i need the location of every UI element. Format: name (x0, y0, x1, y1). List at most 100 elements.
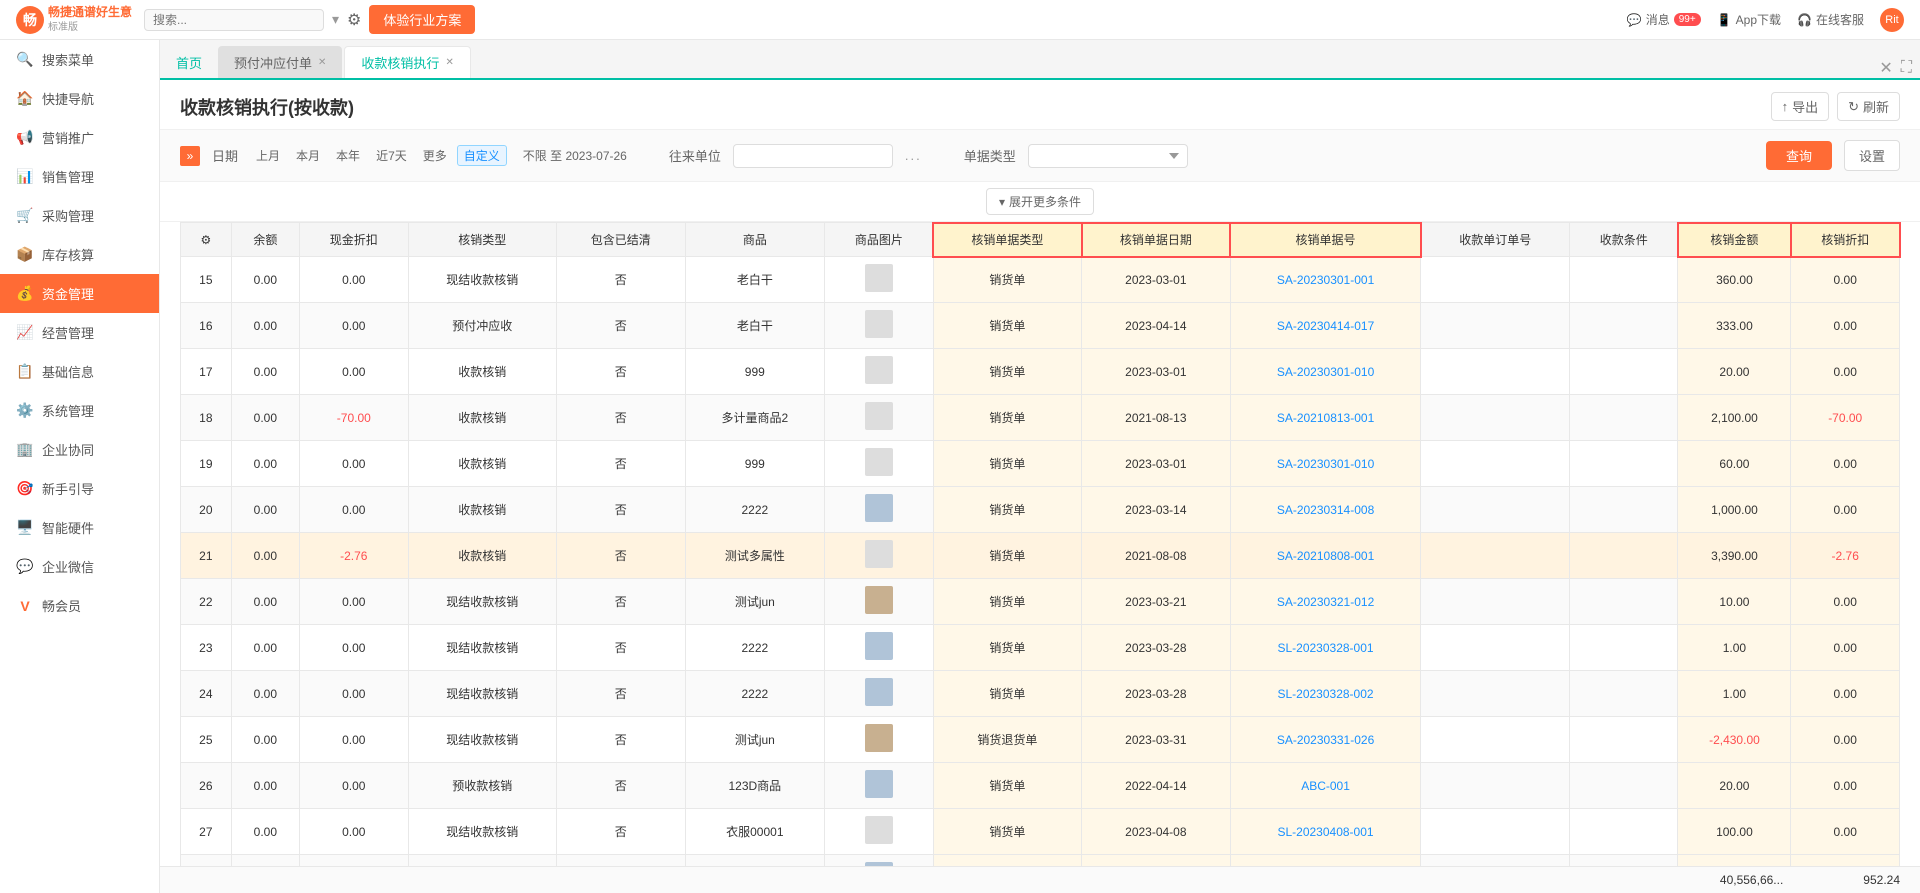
col-header-gear[interactable]: ⚙ (181, 223, 232, 257)
writeoff-voucher-no-link[interactable]: SL-20230328-002 (1277, 687, 1373, 701)
voucher-type-select[interactable] (1028, 144, 1188, 168)
query-button[interactable]: 查询 (1766, 141, 1832, 170)
writeoff-voucher-no-link[interactable]: SL-20230408-001 (1277, 825, 1373, 839)
tab-close-all-icon[interactable]: ✕ (1879, 58, 1892, 78)
cell-writeoff-discount: 0.00 (1791, 349, 1900, 395)
date-label: 日期 (212, 146, 238, 165)
sidebar-item-enterprise[interactable]: 🏢 企业协同 (0, 430, 159, 469)
purchase-icon: 🛒 (16, 207, 34, 224)
sidebar-label-newbie: 新手引导 (42, 479, 94, 498)
sidebar-item-operation[interactable]: 📈 经营管理 (0, 313, 159, 352)
cell-writeoff-voucher-no[interactable]: SL-20230328-001 (1230, 625, 1421, 671)
writeoff-voucher-no-link[interactable]: SA-20230301-010 (1277, 457, 1374, 471)
cell-writeoff-voucher-no[interactable]: SA-20210808-001 (1230, 533, 1421, 579)
cell-writeoff-voucher-no[interactable]: ABC-001 (1230, 763, 1421, 809)
writeoff-voucher-no-link[interactable]: SL-20230328-001 (1277, 641, 1373, 655)
tab-receipt-write-off[interactable]: 收款核销执行 ✕ (344, 46, 470, 78)
filter-expand-button[interactable]: » (180, 146, 200, 166)
settings-icon[interactable]: ⚙ (347, 10, 361, 30)
cell-write-off-type: 现结收款核销 (408, 579, 557, 625)
sidebar-item-newbie[interactable]: 🎯 新手引导 (0, 469, 159, 508)
cell-writeoff-voucher-no[interactable]: SA-20230321-012 (1230, 579, 1421, 625)
sidebar-item-finance[interactable]: 💰 资金管理 (0, 274, 159, 313)
cell-balance: 0.00 (231, 579, 299, 625)
solution-button[interactable]: 体验行业方案 (369, 5, 475, 34)
notification-area[interactable]: 💬 消息 99+ (1627, 11, 1701, 28)
date-btn-more[interactable]: 更多 (417, 145, 453, 166)
sidebar-item-basic[interactable]: 📋 基础信息 (0, 352, 159, 391)
dropdown-icon[interactable]: ▾ (332, 11, 339, 28)
cell-writeoff-voucher-no[interactable]: SL-20230408-001 (1230, 809, 1421, 855)
cell-receipt-order-no (1421, 257, 1570, 303)
refresh-button[interactable]: ↻ 刷新 (1837, 92, 1900, 121)
cell-writeoff-voucher-no[interactable]: SA-20230331-026 (1230, 717, 1421, 763)
tab-home[interactable]: 首页 (160, 46, 218, 78)
writeoff-voucher-no-link[interactable]: SA-20230414-017 (1277, 319, 1374, 333)
tab-prepaid-close[interactable]: ✕ (318, 57, 326, 68)
cell-include-settled: 否 (557, 257, 685, 303)
from-unit-input[interactable] (733, 144, 893, 168)
sidebar-item-quick-nav[interactable]: 🏠 快捷导航 (0, 79, 159, 118)
cell-include-settled: 否 (557, 717, 685, 763)
member-icon: V (16, 598, 34, 614)
sidebar-item-purchase[interactable]: 🛒 采购管理 (0, 196, 159, 235)
date-btn-7days[interactable]: 近7天 (370, 145, 413, 166)
cell-writeoff-voucher-no[interactable]: SA-20230301-010 (1230, 349, 1421, 395)
online-service[interactable]: 🎧 在线客服 (1797, 11, 1864, 28)
table-container[interactable]: ⚙ 余额 现金折扣 核销类型 包含已结清 商品 商品图片 核销单据类型 核销单据… (160, 222, 1920, 866)
date-btn-this-month[interactable]: 本月 (290, 145, 326, 166)
expand-more-label: 展开更多条件 (1009, 193, 1081, 210)
date-btn-this-year[interactable]: 本年 (330, 145, 366, 166)
user-avatar[interactable]: Rit (1880, 8, 1904, 32)
cell-writeoff-voucher-no[interactable]: SA-20230314-008 (1230, 487, 1421, 533)
date-btn-custom[interactable]: 自定义 (457, 145, 507, 166)
writeoff-voucher-no-link[interactable]: SA-20230301-001 (1277, 273, 1374, 287)
sidebar-label-finance: 资金管理 (42, 284, 94, 303)
sidebar-item-member[interactable]: V 畅会员 (0, 586, 159, 625)
writeoff-voucher-no-link[interactable]: SA-20230314-008 (1277, 503, 1374, 517)
export-button[interactable]: ↑ 导出 (1771, 92, 1830, 121)
export-label: 导出 (1792, 97, 1818, 116)
cell-writeoff-voucher-no[interactable]: SL-20230328-002 (1230, 671, 1421, 717)
writeoff-voucher-no-link[interactable]: SA-20230301-010 (1277, 365, 1374, 379)
sidebar-item-wechat[interactable]: 💬 企业微信 (0, 547, 159, 586)
cell-goods: 2222 (685, 855, 825, 867)
tab-receipt-write-off-close[interactable]: ✕ (445, 57, 453, 68)
cell-goods: 衣服00001 (685, 809, 825, 855)
app-download[interactable]: 📱 App下载 (1717, 11, 1781, 28)
sidebar-item-search[interactable]: 🔍 搜索菜单 (0, 40, 159, 79)
sidebar-item-marketing[interactable]: 📢 营销推广 (0, 118, 159, 157)
writeoff-voucher-no-link[interactable]: ABC-001 (1301, 779, 1350, 793)
cell-balance: 0.00 (231, 533, 299, 579)
cell-writeoff-voucher-no[interactable]: SA-20230414-017 (1230, 303, 1421, 349)
expand-more-button[interactable]: ▾ 展开更多条件 (986, 188, 1094, 215)
writeoff-voucher-no-link[interactable]: SA-20230321-012 (1277, 595, 1374, 609)
logo-icon: 畅 (16, 6, 44, 34)
tab-fullscreen-icon[interactable]: ⛶ (1901, 59, 1912, 77)
writeoff-voucher-no-link[interactable]: SA-20210808-001 (1277, 549, 1374, 563)
cell-include-settled: 否 (557, 809, 685, 855)
cell-writeoff-voucher-no[interactable]: SA-20210813-001 (1230, 395, 1421, 441)
cell-writeoff-voucher-no[interactable]: SA-20230301-010 (1230, 441, 1421, 487)
sidebar-item-smart-hw[interactable]: 🖥️ 智能硬件 (0, 508, 159, 547)
cell-writeoff-voucher-no[interactable]: SA-20230301-001 (1230, 257, 1421, 303)
cell-writeoff-voucher-no[interactable]: SL-20230418-001 (1230, 855, 1421, 867)
cell-no: 27 (181, 809, 232, 855)
sidebar-item-inventory[interactable]: 📦 库存核算 (0, 235, 159, 274)
writeoff-voucher-no-link[interactable]: SA-20210813-001 (1277, 411, 1374, 425)
date-btn-last-month[interactable]: 上月 (250, 145, 286, 166)
sidebar-item-system[interactable]: ⚙️ 系统管理 (0, 391, 159, 430)
tab-prepaid[interactable]: 预付冲应付单 ✕ (218, 46, 342, 78)
enterprise-icon: 🏢 (16, 441, 34, 458)
cell-cash-discount: 0.00 (300, 441, 408, 487)
tab-prepaid-label: 预付冲应付单 (234, 53, 312, 72)
cell-goods-img (825, 533, 933, 579)
cell-receipt-condition (1569, 533, 1677, 579)
writeoff-voucher-no-link[interactable]: SA-20230331-026 (1277, 733, 1374, 747)
set-button[interactable]: 设置 (1844, 140, 1900, 171)
cell-cash-discount: 0.00 (300, 579, 408, 625)
cell-write-off-type: 收款核销 (408, 487, 557, 533)
sidebar-item-sales[interactable]: 📊 销售管理 (0, 157, 159, 196)
search-input[interactable] (144, 9, 324, 31)
table-header-row: ⚙ 余额 现金折扣 核销类型 包含已结清 商品 商品图片 核销单据类型 核销单据… (181, 223, 1900, 257)
